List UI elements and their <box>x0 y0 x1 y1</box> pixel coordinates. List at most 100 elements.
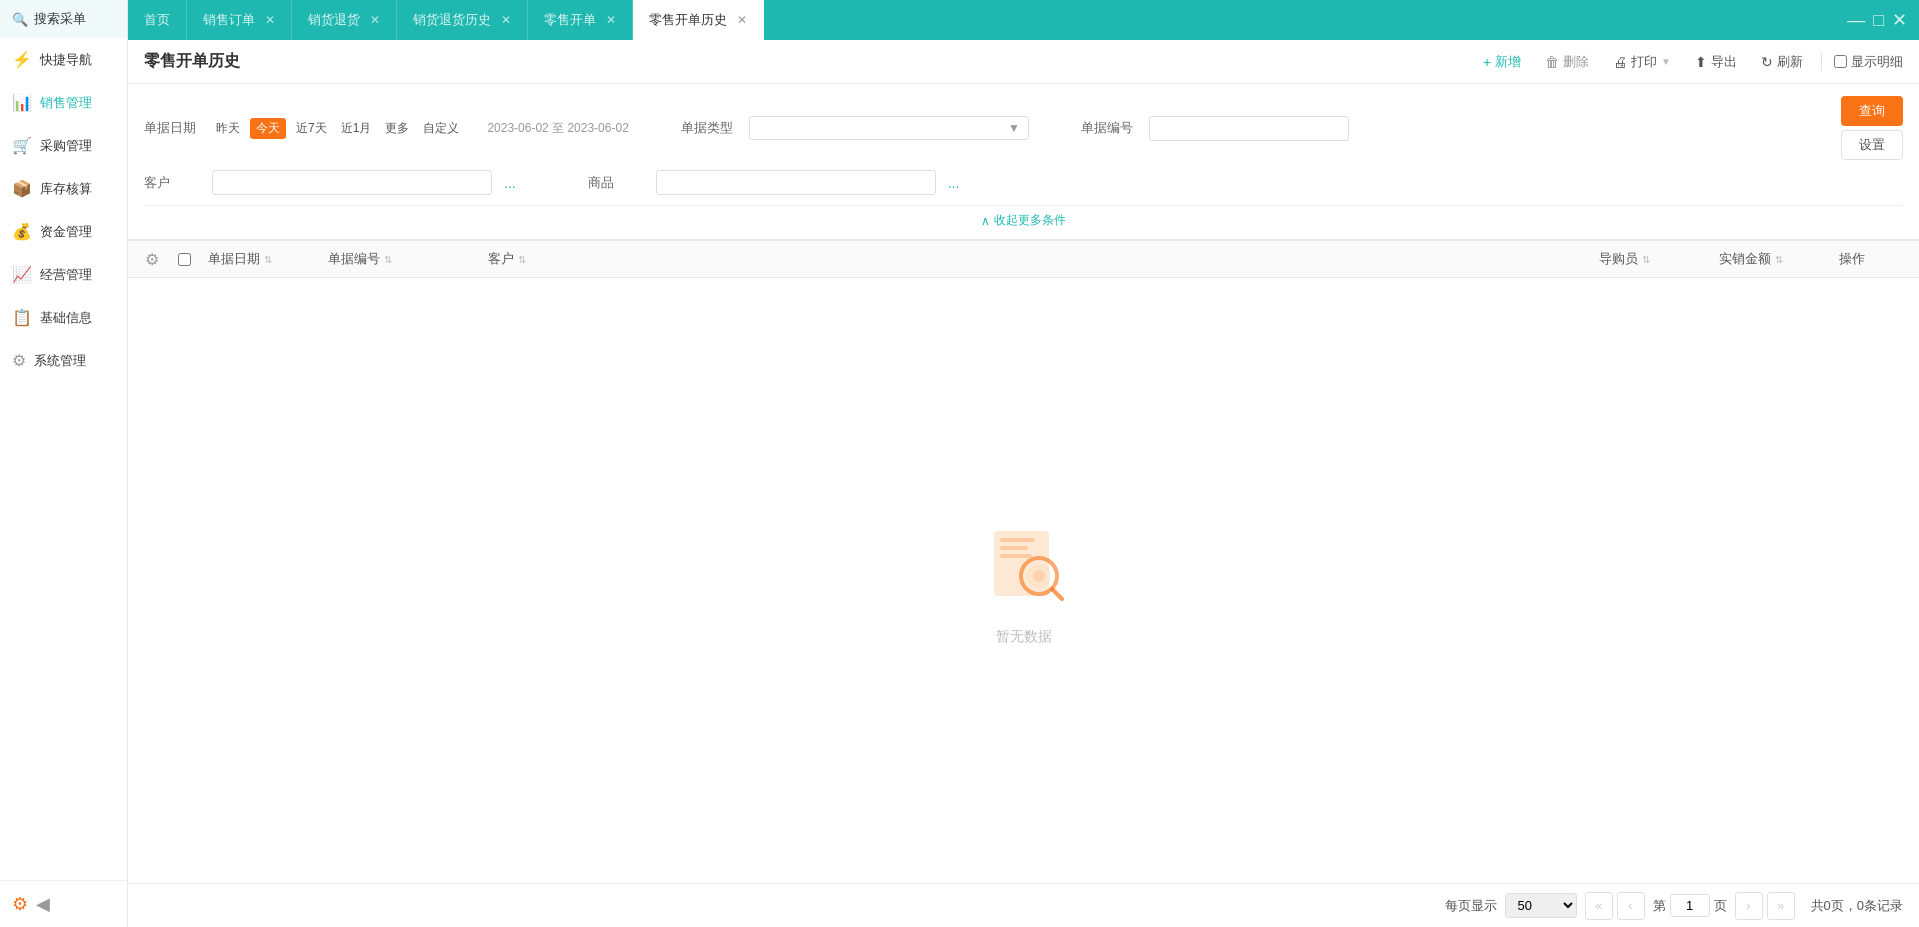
tab-retail-open-history-close[interactable]: ✕ <box>737 13 747 27</box>
col-date-header[interactable]: 单据日期 ⇅ <box>200 250 320 268</box>
print-icon: 🖨 <box>1613 54 1627 70</box>
select-all-input[interactable] <box>178 253 191 266</box>
tab-sales-return-history-label: 销货退货历史 <box>413 11 491 29</box>
show-detail-checkbox[interactable]: 显示明细 <box>1834 53 1903 71</box>
tab-bar-right: — □ ✕ <box>1847 9 1919 31</box>
export-label: 导出 <box>1711 53 1737 71</box>
window-maximize-button[interactable]: □ <box>1873 10 1884 31</box>
tab-sales-return-label: 销货退货 <box>308 11 360 29</box>
quick-nav-icon: ⚡ <box>12 50 32 69</box>
sidebar-item-label: 资金管理 <box>40 223 92 241</box>
customer-dots-button[interactable]: ... <box>504 175 516 191</box>
tab-retail-open-label: 零售开单 <box>544 11 596 29</box>
doc-type-filter-label: 单据类型 <box>681 119 741 137</box>
prev-page-button[interactable]: ‹ <box>1617 892 1645 920</box>
tab-sales-order-close[interactable]: ✕ <box>265 13 275 27</box>
doc-no-filter-label: 单据编号 <box>1081 119 1141 137</box>
sidebar-item-sys-mgmt[interactable]: ⚙ 系统管理 <box>0 339 127 382</box>
pagination-bar: 每页显示 50 100 200 « ‹ 第 页 › » <box>128 883 1919 927</box>
col-sn-sort-icon: ⇅ <box>384 254 392 265</box>
page-number-input[interactable] <box>1670 894 1710 917</box>
tab-sales-return-history-close[interactable]: ✕ <box>501 13 511 27</box>
collapse-conditions-button[interactable]: ∧ 收起更多条件 <box>144 205 1903 235</box>
filter-settings-button[interactable]: 设置 <box>1841 130 1903 160</box>
refresh-icon: ↻ <box>1761 54 1773 70</box>
tab-sales-return-close[interactable]: ✕ <box>370 13 380 27</box>
tab-retail-open-history-label: 零售开单历史 <box>649 11 727 29</box>
table-select-all-checkbox[interactable] <box>168 253 200 266</box>
date-today-btn[interactable]: 今天 <box>250 118 286 139</box>
first-page-button[interactable]: « <box>1585 892 1613 920</box>
tab-retail-open-history[interactable]: 零售开单历史 ✕ <box>633 0 764 40</box>
sidebar-item-label: 系统管理 <box>34 352 86 370</box>
empty-icon <box>974 516 1074 616</box>
last-page-button[interactable]: » <box>1767 892 1795 920</box>
sidebar-item-operations[interactable]: 📈 经营管理 <box>0 253 127 296</box>
window-minimize-button[interactable]: — <box>1847 10 1865 31</box>
col-guide-header[interactable]: 导购员 ⇅ <box>1591 250 1711 268</box>
col-sn-header[interactable]: 单据编号 ⇅ <box>320 250 480 268</box>
svg-rect-1 <box>1000 538 1035 542</box>
date-custom-btn[interactable]: 自定义 <box>419 118 463 139</box>
refresh-button[interactable]: ↻ 刷新 <box>1755 49 1809 75</box>
col-date-label: 单据日期 <box>208 250 260 268</box>
date-1month-btn[interactable]: 近1月 <box>337 118 376 139</box>
next-page-button[interactable]: › <box>1735 892 1763 920</box>
sidebar-collapse-button[interactable]: ◀ <box>36 893 50 915</box>
query-button[interactable]: 查询 <box>1841 96 1903 126</box>
tab-retail-open[interactable]: 零售开单 ✕ <box>528 0 633 40</box>
col-amount-header[interactable]: 实销金额 ⇅ <box>1711 250 1831 268</box>
main-content: 首页 销售订单 ✕ 销货退货 ✕ 销货退货历史 ✕ 零售开单 ✕ 零售开单历史 … <box>128 0 1919 927</box>
sidebar-item-label: 销售管理 <box>40 94 92 112</box>
export-button[interactable]: ⬆ 导出 <box>1689 49 1743 75</box>
export-icon: ⬆ <box>1695 54 1707 70</box>
tab-sales-return[interactable]: 销货退货 ✕ <box>292 0 397 40</box>
doc-type-arrow-icon: ▼ <box>1008 121 1020 135</box>
refresh-label: 刷新 <box>1777 53 1803 71</box>
tab-sales-return-history[interactable]: 销货退货历史 ✕ <box>397 0 528 40</box>
date-7days-btn[interactable]: 近7天 <box>292 118 331 139</box>
customer-input[interactable] <box>212 170 492 195</box>
tab-home[interactable]: 首页 <box>128 0 187 40</box>
page-nav: « ‹ <box>1585 892 1645 920</box>
sidebar-item-purchase-mgmt[interactable]: 🛒 采购管理 <box>0 124 127 167</box>
delete-button[interactable]: 🗑 删除 <box>1539 49 1595 75</box>
date-yesterday-btn[interactable]: 昨天 <box>212 118 244 139</box>
col-ops-header: 操作 <box>1831 250 1911 268</box>
add-button[interactable]: + 新增 <box>1477 49 1527 75</box>
col-customer-header[interactable]: 客户 ⇅ <box>480 250 1591 268</box>
next-page-icon: › <box>1746 898 1750 913</box>
per-page-select[interactable]: 50 100 200 <box>1505 893 1577 918</box>
col-amount-label: 实销金额 <box>1719 250 1771 268</box>
sidebar-item-inventory[interactable]: 📦 库存核算 <box>0 167 127 210</box>
sidebar-item-base-info[interactable]: 📋 基础信息 <box>0 296 127 339</box>
sidebar-search[interactable]: 🔍 搜索采单 <box>0 0 127 38</box>
tab-sales-order[interactable]: 销售订单 ✕ <box>187 0 292 40</box>
col-customer-sort-icon: ⇅ <box>518 254 526 265</box>
tab-bar: 首页 销售订单 ✕ 销货退货 ✕ 销货退货历史 ✕ 零售开单 ✕ 零售开单历史 … <box>128 0 1919 40</box>
sidebar-gear-button[interactable]: ⚙ <box>12 893 28 915</box>
customer-filter-label: 客户 <box>144 174 204 192</box>
window-close-button[interactable]: ✕ <box>1892 9 1907 31</box>
sidebar-item-quick-nav[interactable]: ⚡ 快捷导航 <box>0 38 127 81</box>
page-suffix: 页 <box>1714 897 1727 915</box>
total-info: 共0页，0条记录 <box>1811 897 1903 915</box>
col-ops-label: 操作 <box>1839 250 1865 268</box>
product-input[interactable] <box>656 170 936 195</box>
date-more-btn[interactable]: 更多 <box>381 118 413 139</box>
table-settings-icon[interactable]: ⚙ <box>136 250 168 269</box>
add-label: 新增 <box>1495 53 1521 71</box>
product-filter-label: 商品 <box>588 174 648 192</box>
empty-state: 暂无数据 <box>128 278 1919 883</box>
print-button[interactable]: 🖨 打印 ▼ <box>1607 49 1677 75</box>
sidebar-item-sales-mgmt[interactable]: 📊 销售管理 <box>0 81 127 124</box>
product-dots-button[interactable]: ... <box>948 175 960 191</box>
tab-retail-open-close[interactable]: ✕ <box>606 13 616 27</box>
doc-no-input[interactable] <box>1149 116 1349 141</box>
col-guide-label: 导购员 <box>1599 250 1638 268</box>
finance-icon: 💰 <box>12 222 32 241</box>
doc-type-select[interactable]: ▼ <box>749 116 1029 140</box>
sidebar-bottom: ⚙ ◀ <box>0 880 127 927</box>
sidebar-item-finance[interactable]: 💰 资金管理 <box>0 210 127 253</box>
show-detail-input[interactable] <box>1834 55 1847 68</box>
